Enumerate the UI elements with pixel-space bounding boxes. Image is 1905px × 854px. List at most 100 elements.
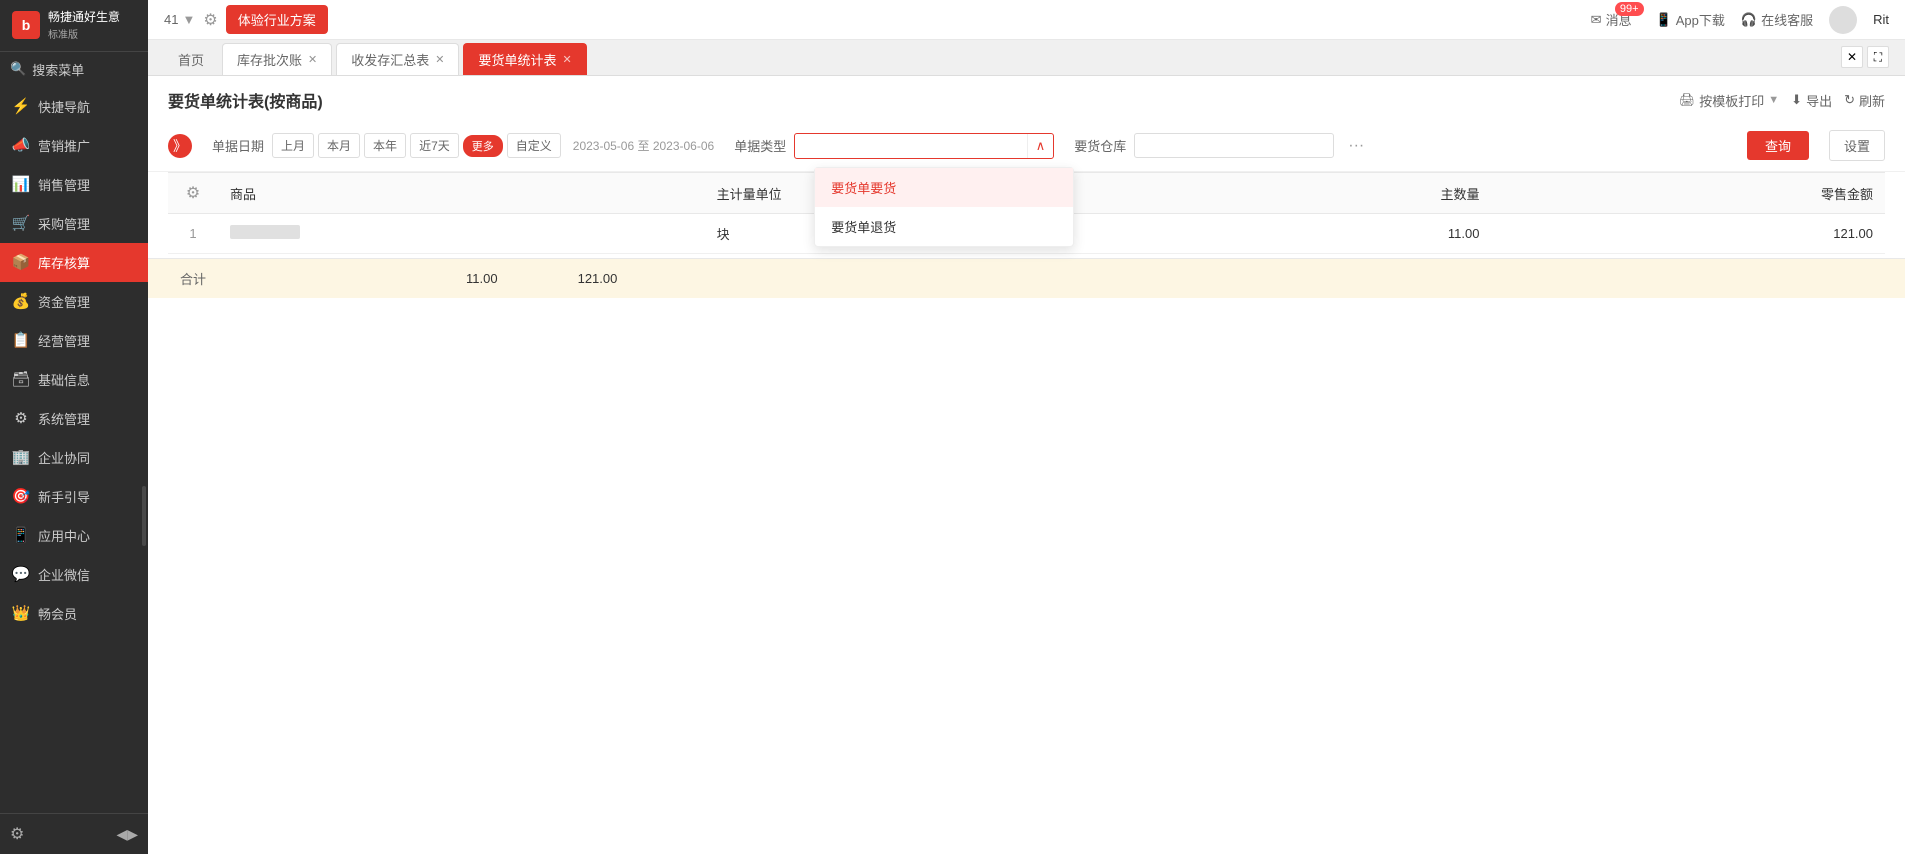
sidebar-item-member[interactable]: 👑 畅会员 xyxy=(0,594,148,633)
tabs-close-all-btn[interactable]: ✕ xyxy=(1841,46,1863,68)
sidebar-collapse-icon[interactable]: ◀▶ xyxy=(116,826,138,843)
wechat-icon: 💬 xyxy=(12,565,30,583)
sales-icon: 📊 xyxy=(12,175,30,193)
tab-home[interactable]: 首页 xyxy=(164,44,218,75)
basic-info-icon: 🗃 xyxy=(12,370,30,388)
tabs-expand-btn[interactable]: ⛶ xyxy=(1867,46,1889,68)
tab-receivable-summary[interactable]: 收发存汇总表 ✕ xyxy=(336,43,459,75)
query-button[interactable]: 查询 xyxy=(1747,131,1809,160)
export-label: 导出 xyxy=(1806,91,1832,110)
print-btn[interactable]: 🖨 按模板打印 ▼ xyxy=(1679,91,1779,110)
sidebar-scrollbar[interactable] xyxy=(142,486,146,546)
enterprise-icon: 🏢 xyxy=(12,448,30,466)
inventory-icon: 📦 xyxy=(12,253,30,271)
close-receivable-icon[interactable]: ✕ xyxy=(435,53,444,66)
tabs-controls: ✕ ⛶ xyxy=(1841,46,1889,68)
sidebar-item-label: 销售管理 xyxy=(38,175,90,194)
sidebar: b 畅捷通好生意 标准版 🔍 搜索菜单 ⚡ 快捷导航 📣 营销推广 📊 销售管理 xyxy=(0,0,148,854)
topbar-right: ✉ 消息 99+ 📱 App下载 🎧 在线客服 Rit xyxy=(1591,6,1889,34)
table-settings-icon[interactable]: ⚙ xyxy=(186,185,200,202)
app-center-icon: 📱 xyxy=(12,526,30,544)
settings-row-button[interactable]: 设置 xyxy=(1829,130,1885,161)
main-area: 41 ▼ ⚙ 体验行业方案 ✉ 消息 99+ 📱 App下载 🎧 在 xyxy=(148,0,1905,854)
last-month-btn[interactable]: 上月 xyxy=(272,133,314,158)
sidebar-item-sales[interactable]: 📊 销售管理 xyxy=(0,165,148,204)
footer-amount-value: 121.00 xyxy=(578,271,618,286)
dropdown-item-order-return[interactable]: 要货单退货 xyxy=(815,207,1073,246)
user-avatar[interactable] xyxy=(1829,6,1857,34)
sidebar-item-inventory[interactable]: 📦 库存核算 xyxy=(0,243,148,282)
dropdown-item-order-goods[interactable]: 要货单要货 xyxy=(815,168,1073,207)
page-title: 要货单统计表(按商品) xyxy=(168,88,323,112)
sidebar-item-label: 资金管理 xyxy=(38,292,90,311)
store-number: 41 xyxy=(164,12,178,27)
sidebar-item-marketing[interactable]: 📣 营销推广 xyxy=(0,126,148,165)
app-download-label: App下载 xyxy=(1676,10,1725,29)
footer-amount-group: 121.00 xyxy=(578,271,618,286)
col-goods: 商品 xyxy=(218,173,705,214)
sidebar-item-purchase[interactable]: 🛒 采购管理 xyxy=(0,204,148,243)
sidebar-item-label: 应用中心 xyxy=(38,526,90,545)
online-service-btn[interactable]: 🎧 在线客服 xyxy=(1741,10,1813,29)
sidebar-item-app-center[interactable]: 📱 应用中心 xyxy=(0,516,148,555)
more-dates-btn[interactable]: 更多 xyxy=(463,135,503,157)
trial-button[interactable]: 体验行业方案 xyxy=(226,5,328,34)
sidebar-item-quick-nav[interactable]: ⚡ 快捷导航 xyxy=(0,87,148,126)
refresh-btn[interactable]: ↻ 刷新 xyxy=(1844,91,1885,110)
type-filter-input-wrap: ∧ xyxy=(794,133,1054,159)
search-icon: 🔍 xyxy=(10,61,26,77)
last-7-days-btn[interactable]: 近7天 xyxy=(410,133,459,158)
sidebar-item-enterprise[interactable]: 🏢 企业协同 xyxy=(0,438,148,477)
purchase-icon: 🛒 xyxy=(12,214,30,232)
sidebar-item-wechat[interactable]: 💬 企业微信 xyxy=(0,555,148,594)
refresh-icon: ↻ xyxy=(1844,92,1855,108)
this-month-btn[interactable]: 本月 xyxy=(318,133,360,158)
message-badge: 99+ xyxy=(1615,2,1644,16)
page-header: 要货单统计表(按商品) 🖨 按模板打印 ▼ ⬇ 导出 ↻ 刷新 xyxy=(148,76,1905,120)
tabs-bar: 首页 库存批次账 ✕ 收发存汇总表 ✕ 要货单统计表 ✕ ✕ ⛶ xyxy=(148,40,1905,76)
sidebar-item-system[interactable]: ⚙ 系统管理 xyxy=(0,399,148,438)
search-menu-label: 搜索菜单 xyxy=(32,60,84,79)
goods-blur xyxy=(230,225,300,239)
app-download-btn[interactable]: 📱 App下载 xyxy=(1656,10,1725,29)
sidebar-logo: b 畅捷通好生意 标准版 xyxy=(0,0,148,52)
refresh-label: 刷新 xyxy=(1859,91,1885,110)
tab-order-stats[interactable]: 要货单统计表 ✕ xyxy=(463,43,586,75)
type-filter-label: 单据类型 xyxy=(734,136,786,155)
type-filter-up-icon[interactable]: ∧ xyxy=(1027,134,1054,158)
filter-bar: 》 单据日期 上月 本月 本年 近7天 更多 自定义 2023-05-06 至 … xyxy=(148,120,1905,172)
sidebar-item-operations[interactable]: 📋 经营管理 xyxy=(0,321,148,360)
sidebar-item-basic-info[interactable]: 🗃 基础信息 xyxy=(0,360,148,399)
filter-more-icon[interactable]: ··· xyxy=(1342,137,1370,155)
app-logo-icon: b xyxy=(12,11,40,39)
sidebar-item-label: 畅会员 xyxy=(38,604,77,623)
order-stats-label: 要货单统计表 xyxy=(478,50,556,69)
sidebar-item-label: 经营管理 xyxy=(38,331,90,350)
sidebar-settings-icon[interactable]: ⚙ xyxy=(10,824,24,844)
topbar-settings-icon[interactable]: ⚙ xyxy=(203,10,217,30)
receivable-summary-label: 收发存汇总表 xyxy=(351,50,429,69)
close-order-stats-icon[interactable]: ✕ xyxy=(563,53,572,66)
store-selector[interactable]: 41 ▼ xyxy=(164,12,195,27)
sidebar-item-finance[interactable]: 💰 资金管理 xyxy=(0,282,148,321)
user-name: Rit xyxy=(1873,12,1889,27)
custom-date-btn[interactable]: 自定义 xyxy=(507,133,561,158)
app-name: 畅捷通好生意 xyxy=(48,10,120,26)
type-filter-input[interactable] xyxy=(795,134,1026,157)
service-icon: 🎧 xyxy=(1741,12,1757,28)
search-menu[interactable]: 🔍 搜索菜单 xyxy=(0,52,148,87)
close-batch-account-icon[interactable]: ✕ xyxy=(308,53,317,66)
this-year-btn[interactable]: 本年 xyxy=(364,133,406,158)
print-label: 按模板打印 xyxy=(1699,91,1764,110)
export-btn[interactable]: ⬇ 导出 xyxy=(1791,91,1832,110)
col-quantity: 主数量 xyxy=(1165,173,1491,214)
tab-batch-account[interactable]: 库存批次账 ✕ xyxy=(222,43,332,75)
filter-expand-btn[interactable]: 》 xyxy=(168,134,192,158)
date-range-display: 2023-05-06 至 2023-06-06 xyxy=(573,137,714,154)
messages-btn[interactable]: ✉ 消息 99+ xyxy=(1591,10,1632,29)
warehouse-filter-input[interactable] xyxy=(1134,133,1334,158)
sidebar-item-guide[interactable]: 🎯 新手引导 xyxy=(0,477,148,516)
sidebar-item-label: 系统管理 xyxy=(38,409,90,428)
warehouse-filter-label: 要货仓库 xyxy=(1074,136,1126,155)
cell-amount: 121.00 xyxy=(1492,214,1886,254)
